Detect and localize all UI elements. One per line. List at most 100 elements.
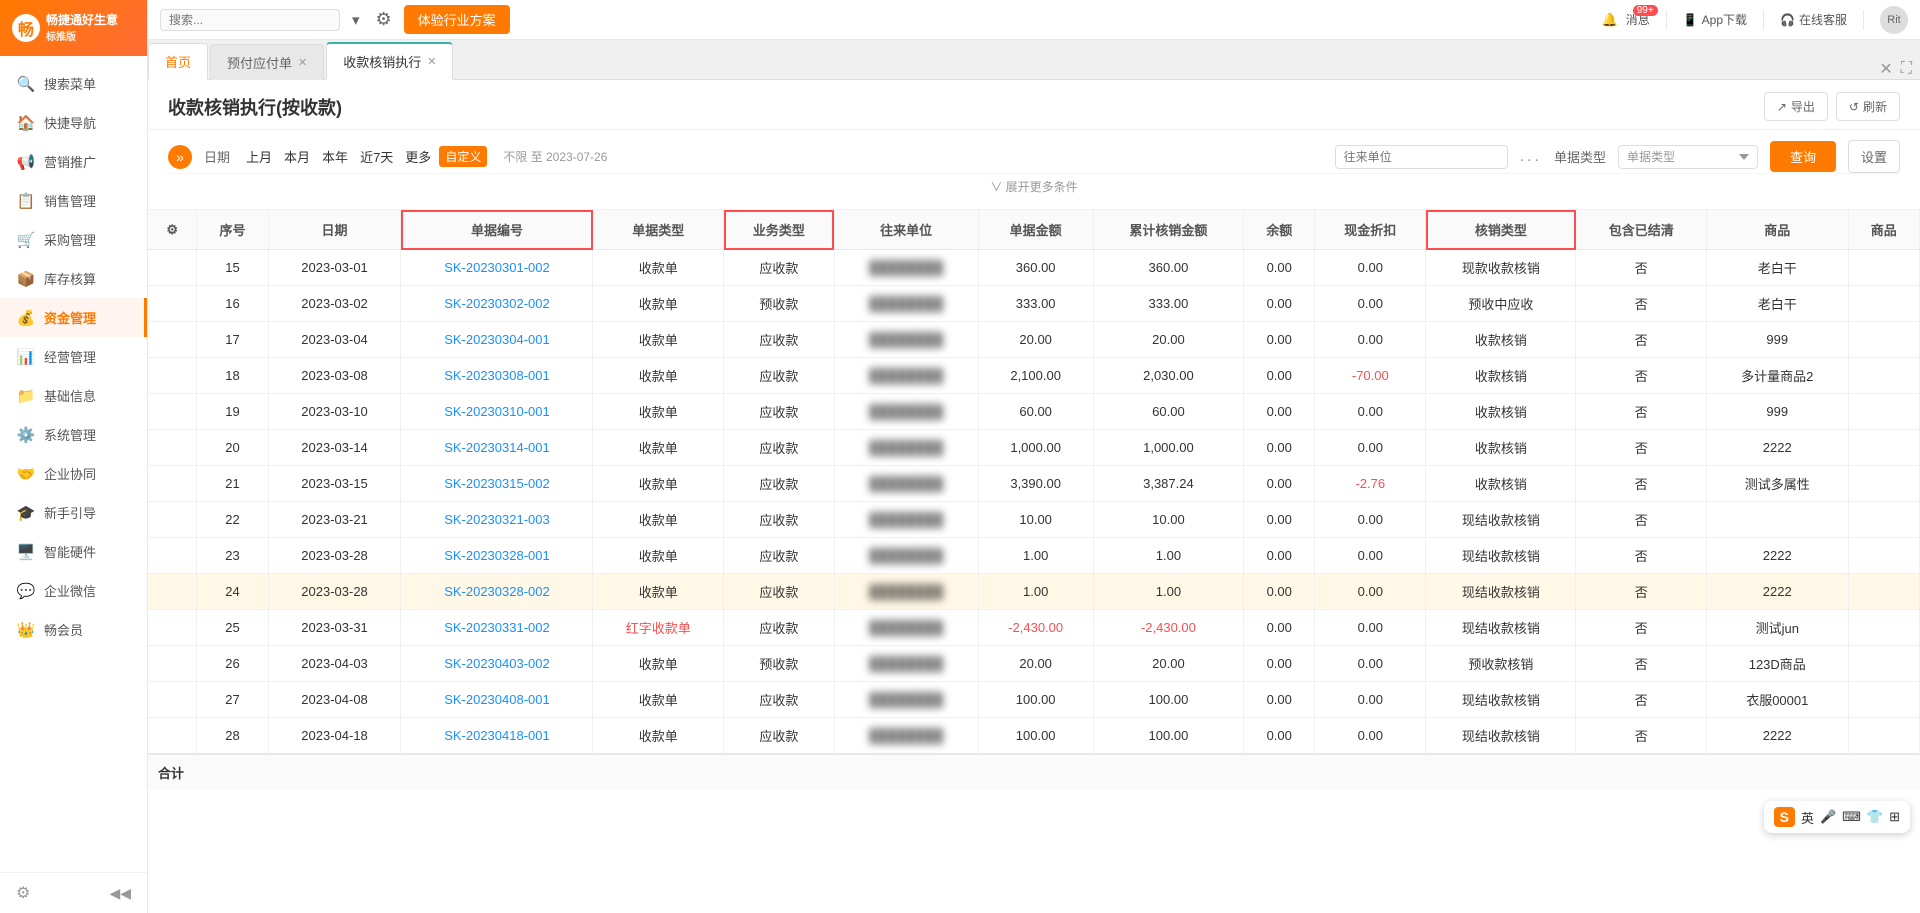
table-row: 162023-03-02SK-20230302-002收款单预收款███████… xyxy=(148,286,1920,322)
col-header-amount: 单据金额 xyxy=(978,210,1093,250)
col-header-bill-no: 单据编号 xyxy=(401,210,593,250)
table-cell: 21 xyxy=(197,466,268,502)
table-cell: 2023-03-04 xyxy=(268,322,401,358)
table-cell: 否 xyxy=(1576,646,1707,682)
sidebar-settings-icon[interactable]: ⚙ xyxy=(16,883,30,903)
col-header-include-settled: 包含已结清 xyxy=(1576,210,1707,250)
sidebar-item-label: 库存核算 xyxy=(44,269,96,288)
table-cell: 60.00 xyxy=(1093,394,1243,430)
bill-no-link[interactable]: SK-20230304-001 xyxy=(401,322,593,358)
sidebar-item-system[interactable]: ⚙️ 系统管理 xyxy=(0,415,147,454)
bill-no-link[interactable]: SK-20230308-001 xyxy=(401,358,593,394)
bill-no-link[interactable]: SK-20230315-002 xyxy=(401,466,593,502)
sidebar-item-wechat[interactable]: 💬 企业微信 xyxy=(0,571,147,610)
filter-7days-btn[interactable]: 近7天 xyxy=(356,145,397,168)
filter-voucher-type-select[interactable]: 单据类型 xyxy=(1618,145,1758,169)
table-cell: 3,390.00 xyxy=(978,466,1093,502)
sidebar-item-guide[interactable]: 🎓 新手引导 xyxy=(0,493,147,532)
bill-no-link[interactable]: SK-20230408-001 xyxy=(401,682,593,718)
filter-this-month-btn[interactable]: 本月 xyxy=(280,145,314,168)
col-header-bill-type: 单据类型 xyxy=(593,210,724,250)
keyboard-icon[interactable]: ⌨ xyxy=(1842,809,1861,825)
filter-custom-btn[interactable]: 自定义 xyxy=(439,146,487,167)
online-service[interactable]: 🎧 在线客服 xyxy=(1780,11,1847,28)
sidebar-item-operations[interactable]: 📊 经营管理 xyxy=(0,337,147,376)
message-notification[interactable]: 🔔 99+ 消息 xyxy=(1602,11,1650,28)
sidebar-item-purchase[interactable]: 🛒 采购管理 xyxy=(0,220,147,259)
table-cell: 3,387.24 xyxy=(1093,466,1243,502)
table-cell: 测试多属性 xyxy=(1707,466,1849,502)
tab-collection[interactable]: 收款核销执行 ✕ xyxy=(326,42,453,80)
sidebar-item-coop[interactable]: 🤝 企业协同 xyxy=(0,454,147,493)
tab-payable-close[interactable]: ✕ xyxy=(298,56,307,69)
table-cell xyxy=(1848,358,1919,394)
bill-no-link[interactable]: SK-20230328-002 xyxy=(401,574,593,610)
topbar-dropdown-btn[interactable]: ▾ xyxy=(348,7,364,33)
bill-no-link[interactable]: SK-20230302-002 xyxy=(401,286,593,322)
bill-no-link[interactable]: SK-20230321-003 xyxy=(401,502,593,538)
tab-home-label: 首页 xyxy=(165,52,191,71)
filter-this-year-btn[interactable]: 本年 xyxy=(318,145,352,168)
sidebar-item-marketing[interactable]: 📢 营销推广 xyxy=(0,142,147,181)
bill-no-link[interactable]: SK-20230331-002 xyxy=(401,610,593,646)
filter-last-month-btn[interactable]: 上月 xyxy=(242,145,276,168)
sidebar-item-basic[interactable]: 📁 基础信息 xyxy=(0,376,147,415)
filter-settings-button[interactable]: 设置 xyxy=(1848,140,1900,173)
tab-collection-label: 收款核销执行 xyxy=(343,52,421,71)
table-cell: 收款单 xyxy=(593,718,724,755)
table-cell: 应收款 xyxy=(724,718,835,755)
export-button[interactable]: ↗ 导出 xyxy=(1764,92,1828,121)
topbar-settings-icon[interactable]: ⚙ xyxy=(372,5,396,34)
refresh-button[interactable]: ↺ 刷新 xyxy=(1836,92,1900,121)
table-cell xyxy=(148,574,197,610)
table-cell: 衣服00001 xyxy=(1707,682,1849,718)
tab-home[interactable]: 首页 xyxy=(148,43,208,80)
expand-more-button[interactable]: ∨ 展开更多条件 xyxy=(990,178,1077,195)
table-cell: 收款单 xyxy=(593,502,724,538)
sidebar-item-hardware[interactable]: 🖥️ 智能硬件 xyxy=(0,532,147,571)
sidebar-item-member[interactable]: 👑 畅会员 xyxy=(0,610,147,649)
query-button[interactable]: 查询 xyxy=(1770,141,1836,172)
bill-no-link[interactable]: SK-20230403-002 xyxy=(401,646,593,682)
phone-icon: 📱 xyxy=(1683,13,1698,27)
topbar-search-input[interactable] xyxy=(160,9,340,31)
table-cell: 应收款 xyxy=(724,322,835,358)
table-cell: 2222 xyxy=(1707,718,1849,755)
filter-partner-input[interactable] xyxy=(1335,145,1508,169)
app-download[interactable]: 📱 App下载 xyxy=(1683,11,1747,28)
tab-payable[interactable]: 预付应付单 ✕ xyxy=(210,44,324,80)
solution-button[interactable]: 体验行业方案 xyxy=(404,5,510,34)
refresh-icon: ↺ xyxy=(1849,100,1859,114)
table-cell: 收款核销 xyxy=(1426,322,1576,358)
sidebar-item-finance[interactable]: 💰 资金管理 xyxy=(0,298,147,337)
mic-icon[interactable]: 🎤 xyxy=(1820,809,1836,825)
col-header-settings[interactable]: ⚙ xyxy=(148,210,197,250)
table-cell: 否 xyxy=(1576,502,1707,538)
sidebar-item-inventory[interactable]: 📦 库存核算 xyxy=(0,259,147,298)
bill-no-link[interactable]: SK-20230418-001 xyxy=(401,718,593,755)
table-cell: 否 xyxy=(1576,574,1707,610)
sidebar-collapse-icon[interactable]: ◀◀ xyxy=(109,885,131,902)
table-row: 212023-03-15SK-20230315-002收款单应收款███████… xyxy=(148,466,1920,502)
filter-more-btn[interactable]: 更多 xyxy=(401,145,435,168)
bill-no-link[interactable]: SK-20230310-001 xyxy=(401,394,593,430)
tab-close-all-btn[interactable]: ✕ xyxy=(1879,59,1892,79)
grid-icon[interactable]: ⊞ xyxy=(1889,809,1900,825)
table-cell: 100.00 xyxy=(978,682,1093,718)
col-header-partner: 往来单位 xyxy=(834,210,978,250)
bill-no-link[interactable]: SK-20230301-002 xyxy=(401,250,593,286)
shirt-icon[interactable]: 👕 xyxy=(1867,809,1883,825)
table-cell: 10.00 xyxy=(1093,502,1243,538)
bill-no-link[interactable]: SK-20230328-001 xyxy=(401,538,593,574)
sidebar-item-quicknav[interactable]: 🏠 快捷导航 xyxy=(0,103,147,142)
divider xyxy=(1666,10,1667,30)
sidebar-item-sales[interactable]: 📋 销售管理 xyxy=(0,181,147,220)
tab-collection-close[interactable]: ✕ xyxy=(427,55,436,68)
tab-maximize-btn[interactable]: ⛶ xyxy=(1901,60,1912,78)
sidebar-item-search[interactable]: 🔍 搜索菜单 xyxy=(0,64,147,103)
bill-no-link[interactable]: SK-20230314-001 xyxy=(401,430,593,466)
user-avatar[interactable]: Rit xyxy=(1880,6,1908,34)
filter-expand-button[interactable]: » xyxy=(168,145,192,169)
sidebar-item-label: 企业协同 xyxy=(44,464,96,483)
table-cell: 15 xyxy=(197,250,268,286)
